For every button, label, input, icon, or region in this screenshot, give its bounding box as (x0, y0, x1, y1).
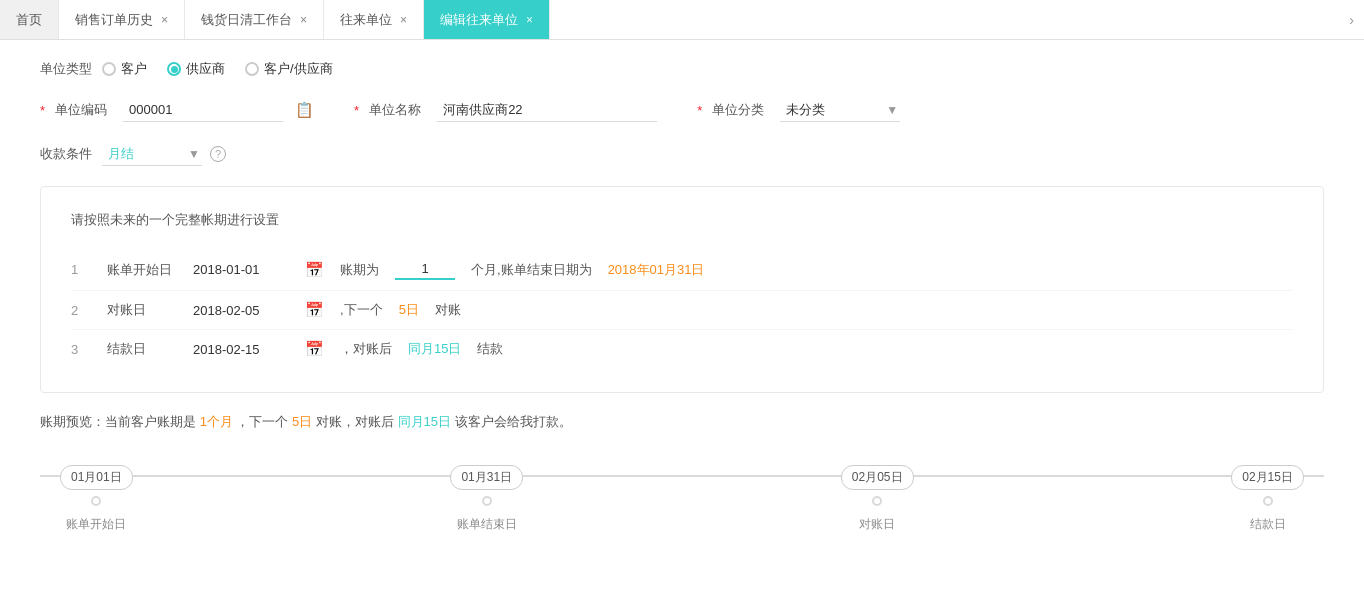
row-date-2: 2018-02-05 (193, 303, 283, 318)
radio-circle-supplier (167, 62, 181, 76)
unit-name-group: * 单位名称 (354, 98, 657, 122)
row3-desc-prefix: ，对账后 (340, 340, 392, 358)
timeline-wrapper: 01月01日 账单开始日 01月31日 账单结束日 02月05日 对账日 02月… (40, 455, 1324, 573)
timeline-sublabel-0: 账单开始日 (66, 516, 126, 533)
preview-label: 账期预览：当前客户账期是 (40, 414, 196, 429)
cal-icon-1[interactable]: 📅 (305, 261, 324, 279)
row-date-3: 2018-02-15 (193, 342, 283, 357)
timeline-point-1: 01月31日 账单结束日 (450, 465, 523, 533)
tab-close-sales-history[interactable]: × (161, 13, 168, 27)
setting-row-1: 1 账单开始日 2018-01-01 📅 账期为 个月,账单结束日期为 2018… (71, 249, 1293, 291)
payment-condition-select[interactable]: 月结 (102, 142, 202, 166)
row-num-3: 3 (71, 342, 91, 357)
row2-desc-highlight: 5日 (399, 301, 419, 319)
main-content: 单位类型 客户 供应商 客户/供应商 * 单位编码 📋 * 单位名称 (0, 40, 1364, 608)
radio-customer[interactable]: 客户 (102, 60, 147, 78)
cal-icon-2[interactable]: 📅 (305, 301, 324, 319)
timeline-badge-0: 01月01日 (60, 465, 133, 490)
timeline-point-3: 02月15日 结款日 (1231, 465, 1304, 533)
row-num-2: 2 (71, 303, 91, 318)
tab-cash-workbench[interactable]: 钱货日清工作台 × (185, 0, 324, 39)
unit-category-group: * 单位分类 未分类 ▼ (697, 98, 900, 122)
timeline-badge-2: 02月05日 (841, 465, 914, 490)
period-end-date: 2018年01月31日 (608, 261, 705, 279)
copy-icon[interactable]: 📋 (295, 101, 314, 119)
section-title: 请按照未来的一个完整帐期进行设置 (71, 211, 1293, 229)
period-input[interactable] (395, 259, 455, 280)
timeline-dot-2 (872, 496, 882, 506)
unit-type-radio-group: 客户 供应商 客户/供应商 (102, 60, 333, 78)
timeline-point-2: 02月05日 对账日 (841, 465, 914, 533)
timeline-dot-0 (91, 496, 101, 506)
required-mark-code: * (40, 103, 45, 118)
unit-name-input[interactable] (437, 98, 657, 122)
unit-code-input[interactable] (123, 98, 283, 122)
required-mark-name: * (354, 103, 359, 118)
preview-part2-suffix: 对账，对账后 (316, 414, 394, 429)
unit-type-label: 单位类型 (40, 60, 92, 78)
timeline-point-0: 01月01日 账单开始日 (60, 465, 133, 533)
settings-section: 请按照未来的一个完整帐期进行设置 1 账单开始日 2018-01-01 📅 账期… (40, 186, 1324, 393)
tab-home[interactable]: 首页 (0, 0, 59, 39)
tab-close-partner-list[interactable]: × (400, 13, 407, 27)
preview-part2-prefix: ，下一个 (236, 414, 288, 429)
payment-condition-label: 收款条件 (40, 145, 92, 163)
payment-condition-row: 收款条件 月结 ▼ ? (40, 142, 1324, 166)
tab-edit-partner[interactable]: 编辑往来单位 × (424, 0, 550, 39)
radio-circle-customer (102, 62, 116, 76)
timeline-badge-3: 02月15日 (1231, 465, 1304, 490)
cal-icon-3[interactable]: 📅 (305, 340, 324, 358)
radio-circle-customer-supplier (245, 62, 259, 76)
tab-close-edit-partner[interactable]: × (526, 13, 533, 27)
tab-close-cash-workbench[interactable]: × (300, 13, 307, 27)
preview-part2-highlight: 5日 (292, 414, 312, 429)
radio-customer-supplier[interactable]: 客户/供应商 (245, 60, 333, 78)
timeline-dot-3 (1263, 496, 1273, 506)
unit-category-dropdown-wrap: 未分类 ▼ (780, 98, 900, 122)
setting-row-3: 3 结款日 2018-02-15 📅 ，对账后 同月15日 结款 (71, 330, 1293, 368)
timeline-sublabel-3: 结款日 (1250, 516, 1286, 533)
timeline-points: 01月01日 账单开始日 01月31日 账单结束日 02月05日 对账日 02月… (60, 465, 1304, 533)
tab-partner-list[interactable]: 往来单位 × (324, 0, 424, 39)
unit-code-group: * 单位编码 📋 (40, 98, 314, 122)
timeline-dot-1 (482, 496, 492, 506)
row-num-1: 1 (71, 262, 91, 277)
payment-dropdown-wrap: 月结 ▼ (102, 142, 202, 166)
radio-supplier[interactable]: 供应商 (167, 60, 225, 78)
row-label-3: 结款日 (107, 340, 177, 358)
unit-code-label: 单位编码 (55, 101, 107, 119)
unit-type-row: 单位类型 客户 供应商 客户/供应商 (40, 60, 1324, 78)
row2-desc-suffix: 对账 (435, 301, 461, 319)
help-icon[interactable]: ? (210, 146, 226, 162)
setting-row-2: 2 对账日 2018-02-05 📅 ,下一个 5日 对账 (71, 291, 1293, 330)
period-prefix: 账期为 (340, 261, 379, 279)
tab-bar: 首页 销售订单历史 × 钱货日清工作台 × 往来单位 × 编辑往来单位 × › (0, 0, 1364, 40)
row-date-1: 2018-01-01 (193, 262, 283, 277)
period-suffix: 个月,账单结束日期为 (471, 261, 592, 279)
preview-section: 账期预览：当前客户账期是 1个月 ，下一个 5日 对账，对账后 同月15日 该客… (40, 413, 1324, 431)
preview-part3-suffix: 该客户会给我打款。 (455, 414, 572, 429)
tab-sales-history[interactable]: 销售订单历史 × (59, 0, 185, 39)
row2-desc-prefix: ,下一个 (340, 301, 383, 319)
required-mark-category: * (697, 103, 702, 118)
preview-part1: 1个月 (200, 414, 233, 429)
unit-category-label: 单位分类 (712, 101, 764, 119)
timeline-sublabel-2: 对账日 (859, 516, 895, 533)
timeline-sublabel-1: 账单结束日 (457, 516, 517, 533)
row-label-2: 对账日 (107, 301, 177, 319)
row3-desc-suffix: 结款 (477, 340, 503, 358)
unit-info-row: * 单位编码 📋 * 单位名称 * 单位分类 未分类 ▼ (40, 98, 1324, 122)
timeline-badge-1: 01月31日 (450, 465, 523, 490)
tab-nav-arrow[interactable]: › (1339, 0, 1364, 39)
row3-desc-highlight: 同月15日 (408, 340, 461, 358)
preview-part3-highlight: 同月15日 (398, 414, 451, 429)
row-label-1: 账单开始日 (107, 261, 177, 279)
unit-category-select[interactable]: 未分类 (780, 98, 900, 122)
unit-name-label: 单位名称 (369, 101, 421, 119)
